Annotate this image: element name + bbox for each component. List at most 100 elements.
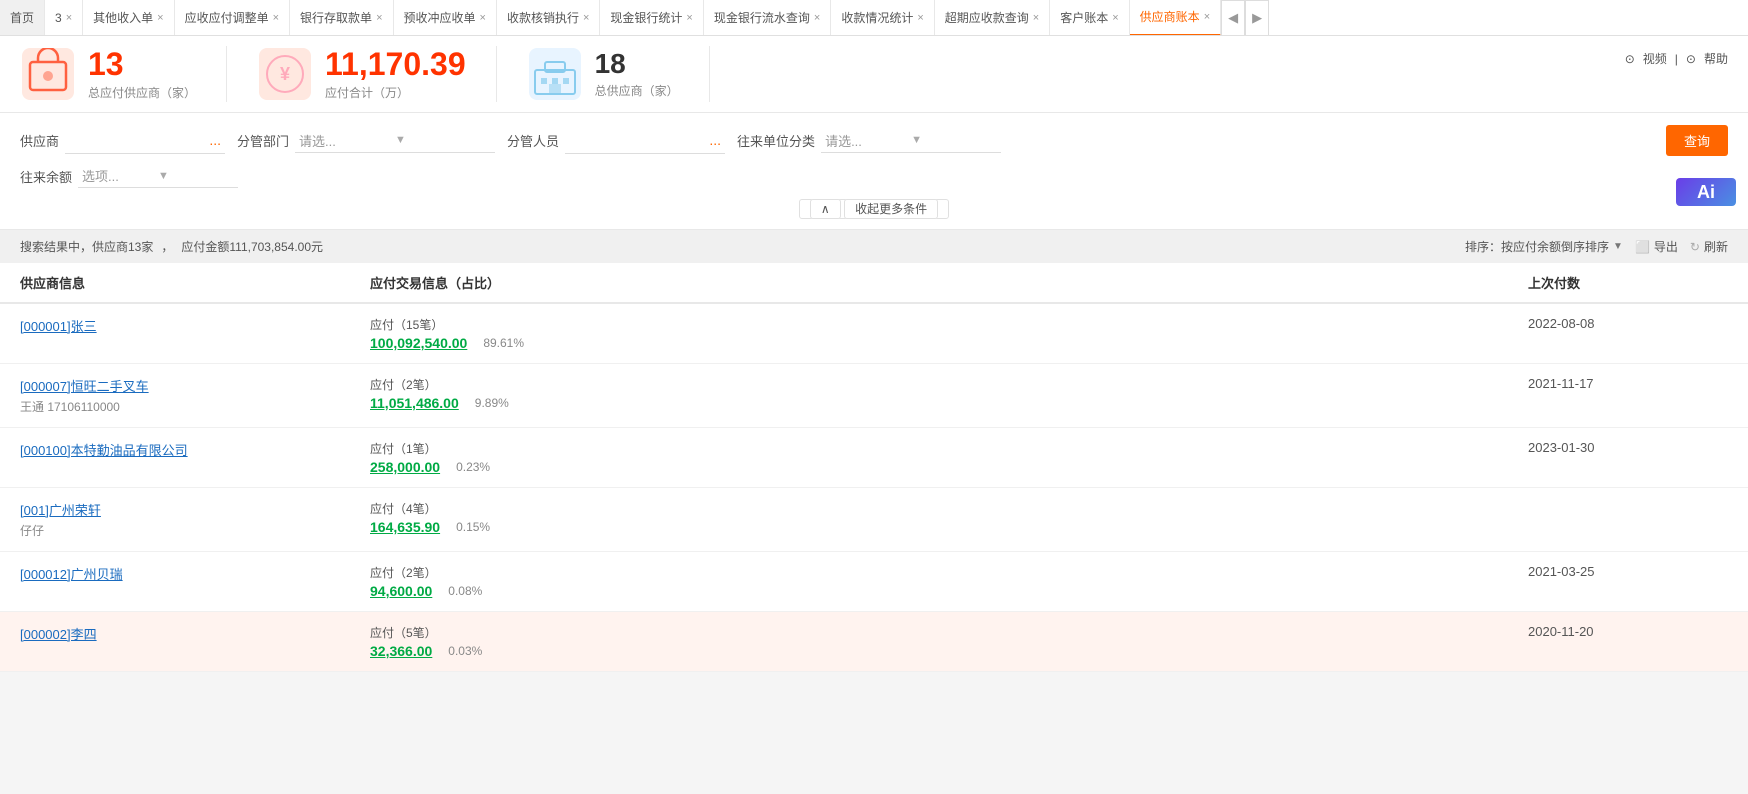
row3-txn-amount[interactable]: 164,635.90	[370, 519, 440, 535]
nav-tab-cash-flow-close[interactable]: ×	[814, 12, 820, 24]
row2-txn-label: 应付（1笔）	[370, 440, 1528, 457]
row1-last-pay-date: 2021-11-17	[1528, 376, 1594, 391]
payable-amount-label: 应付合计（万）	[325, 84, 466, 101]
nav-tab-prepay-close[interactable]: ×	[480, 12, 486, 24]
row0-supplier-link[interactable]: [000001]张三	[20, 316, 370, 335]
collapse-bar[interactable]: ∧ 收起更多条件	[20, 196, 1728, 221]
filter-balance: 往来余额 选项... ▼	[20, 164, 238, 188]
nav-right-arrow[interactable]: ▶	[1245, 0, 1269, 36]
nav-tab-overdue-close[interactable]: ×	[1033, 12, 1039, 24]
nav-tab-collection-stats[interactable]: 收款情况统计 ×	[831, 0, 934, 36]
row3-txn-label: 应付（4笔）	[370, 500, 1528, 517]
row0-txn-amount[interactable]: 100,092,540.00	[370, 335, 467, 351]
row2-txn: 应付（1笔） 258,000.00 0.23%	[370, 440, 1528, 475]
row4-txn-label: 应付（2笔）	[370, 564, 1528, 581]
table-row: [000002]李四 应付（5笔） 32,366.00 0.03% 2020-1…	[0, 612, 1748, 672]
refresh-label: 刷新	[1704, 238, 1728, 255]
supplier-input[interactable]	[69, 130, 209, 151]
balance-arrow-down-icon: ▼	[158, 170, 234, 182]
supplier-dots-btn[interactable]: ...	[209, 132, 221, 148]
row1-supplier-link[interactable]: [000007]恒旺二手叉车	[20, 376, 370, 395]
result-bar: 搜索结果中，供应商13家 ， 应付金额111,703,854.00元 排序：按应…	[0, 230, 1748, 263]
row4-txn-amount[interactable]: 94,600.00	[370, 583, 432, 599]
nav-tab-customer-close[interactable]: ×	[1112, 12, 1118, 24]
nav-tab-supplier[interactable]: 供应商账本 ×	[1130, 0, 1221, 36]
row2-txn-pct: 0.23%	[456, 460, 490, 474]
svg-text:¥: ¥	[280, 64, 290, 84]
payable-amount-icon: ¥	[257, 46, 313, 102]
row5-supplier-link[interactable]: [000002]李四	[20, 624, 370, 643]
category-arrow-down-icon: ▼	[911, 134, 997, 146]
nav-tab-bank[interactable]: 银行存取款单 ×	[290, 0, 393, 36]
nav-left-arrow[interactable]: ◀	[1221, 0, 1245, 36]
nav-tab-overdue[interactable]: 超期应收款查询 ×	[935, 0, 1050, 36]
dept-select[interactable]: 请选... ▼	[295, 129, 495, 153]
row1-last-pay: 2021-11-17	[1528, 376, 1728, 391]
nav-tab-3[interactable]: 3 ×	[45, 0, 83, 36]
row0-last-pay: 2022-08-08	[1528, 316, 1728, 331]
filter-row-2: 往来余额 选项... ▼	[20, 164, 1728, 188]
nav-tab-collection-stats-close[interactable]: ×	[917, 12, 923, 24]
sort-select[interactable]: 排序：按应付余额倒序排序 ▼	[1465, 238, 1623, 255]
nav-tab-cash-stats-close[interactable]: ×	[686, 12, 692, 24]
row3-supplier-link[interactable]: [001]广州荣轩	[20, 500, 370, 519]
nav-tab-ar-adjust-close[interactable]: ×	[273, 12, 279, 24]
filter-dept: 分管部门 请选... ▼	[237, 129, 495, 153]
nav-tab-customer[interactable]: 客户账本 ×	[1050, 0, 1129, 36]
result-prefix: 搜索结果中，供应商13家	[20, 238, 153, 255]
collapse-btn[interactable]: ∧ 收起更多条件	[799, 199, 949, 219]
person-input[interactable]	[569, 130, 709, 151]
row4-txn-pct: 0.08%	[448, 584, 482, 598]
nav-tab-ar-adjust[interactable]: 应收应付调整单 ×	[175, 0, 290, 36]
row5-txn-info: 应付（5笔） 32,366.00 0.03%	[370, 624, 1528, 659]
nav-tab-prepay[interactable]: 预收冲应收单 ×	[394, 0, 497, 36]
row5-last-pay-date: 2020-11-20	[1528, 624, 1594, 639]
row3-txn-pct: 0.15%	[456, 520, 490, 534]
ai-badge[interactable]: Ai	[1676, 178, 1736, 206]
category-select[interactable]: 请选... ▼	[821, 129, 1001, 153]
query-button[interactable]: 查询	[1666, 125, 1728, 156]
result-separator: ，	[161, 238, 173, 255]
result-amount: 应付金额111,703,854.00元	[181, 238, 323, 255]
supplier-input-wrapper[interactable]: ...	[65, 128, 225, 154]
stat-payable-amount: ¥ 11,170.39 应付合计（万）	[257, 46, 497, 102]
payable-amount-value: 11,170.39	[325, 47, 466, 82]
balance-select[interactable]: 选项... ▼	[78, 164, 238, 188]
category-filter-label: 往来单位分类	[737, 131, 815, 150]
help-link[interactable]: 帮助	[1704, 50, 1728, 67]
table-row: [000100]本特勤油品有限公司 应付（1笔） 258,000.00 0.23…	[0, 428, 1748, 488]
row1-txn-info: 应付（2笔） 11,051,486.00 9.89%	[370, 376, 1528, 411]
nav-tab-3-close[interactable]: ×	[66, 12, 72, 24]
row2-txn-amount[interactable]: 258,000.00	[370, 459, 440, 475]
row1-txn-row: 11,051,486.00 9.89%	[370, 395, 1528, 411]
row2-txn-row: 258,000.00 0.23%	[370, 459, 1528, 475]
row4-supplier: [000012]广州贝瑞	[20, 564, 370, 583]
nav-tab-3-label: 3	[55, 11, 62, 25]
export-btn[interactable]: ⬜ 导出	[1635, 238, 1678, 255]
refresh-btn[interactable]: ↻ 刷新	[1690, 238, 1728, 255]
nav-tab-home[interactable]: 首页	[0, 0, 45, 36]
nav-tab-other-income-close[interactable]: ×	[157, 12, 163, 24]
person-input-wrapper[interactable]: ...	[565, 128, 725, 154]
nav-tab-cash-stats[interactable]: 现金银行统计 ×	[600, 0, 703, 36]
nav-tab-overdue-label: 超期应收款查询	[945, 9, 1029, 26]
nav-tab-bank-label: 银行存取款单	[300, 9, 372, 26]
main-table: 供应商信息 应付交易信息（占比） 上次付数 [000001]张三 应付（15笔）…	[0, 263, 1748, 672]
row1-txn-amount[interactable]: 11,051,486.00	[370, 395, 459, 411]
row0-txn-label: 应付（15笔）	[370, 316, 1528, 333]
nav-tab-cash-flow[interactable]: 现金银行流水查询 ×	[704, 0, 831, 36]
video-link[interactable]: 视频	[1643, 50, 1667, 67]
person-dots-btn[interactable]: ...	[709, 132, 721, 148]
nav-tab-other-income[interactable]: 其他收入单 ×	[83, 0, 174, 36]
row5-txn-amount[interactable]: 32,366.00	[370, 643, 432, 659]
collapse-up-icon: ∧	[810, 199, 841, 219]
row5-txn: 应付（5笔） 32,366.00 0.03%	[370, 624, 1528, 659]
row4-supplier-link[interactable]: [000012]广州贝瑞	[20, 564, 370, 583]
balance-filter-label: 往来余额	[20, 167, 72, 186]
nav-tab-bank-close[interactable]: ×	[376, 12, 382, 24]
nav-tab-collection-close[interactable]: ×	[583, 12, 589, 24]
row2-supplier-link[interactable]: [000100]本特勤油品有限公司	[20, 440, 370, 459]
nav-tab-supplier-close[interactable]: ×	[1204, 11, 1210, 23]
nav-tab-collection[interactable]: 收款核销执行 ×	[497, 0, 600, 36]
row5-txn-pct: 0.03%	[448, 644, 482, 658]
